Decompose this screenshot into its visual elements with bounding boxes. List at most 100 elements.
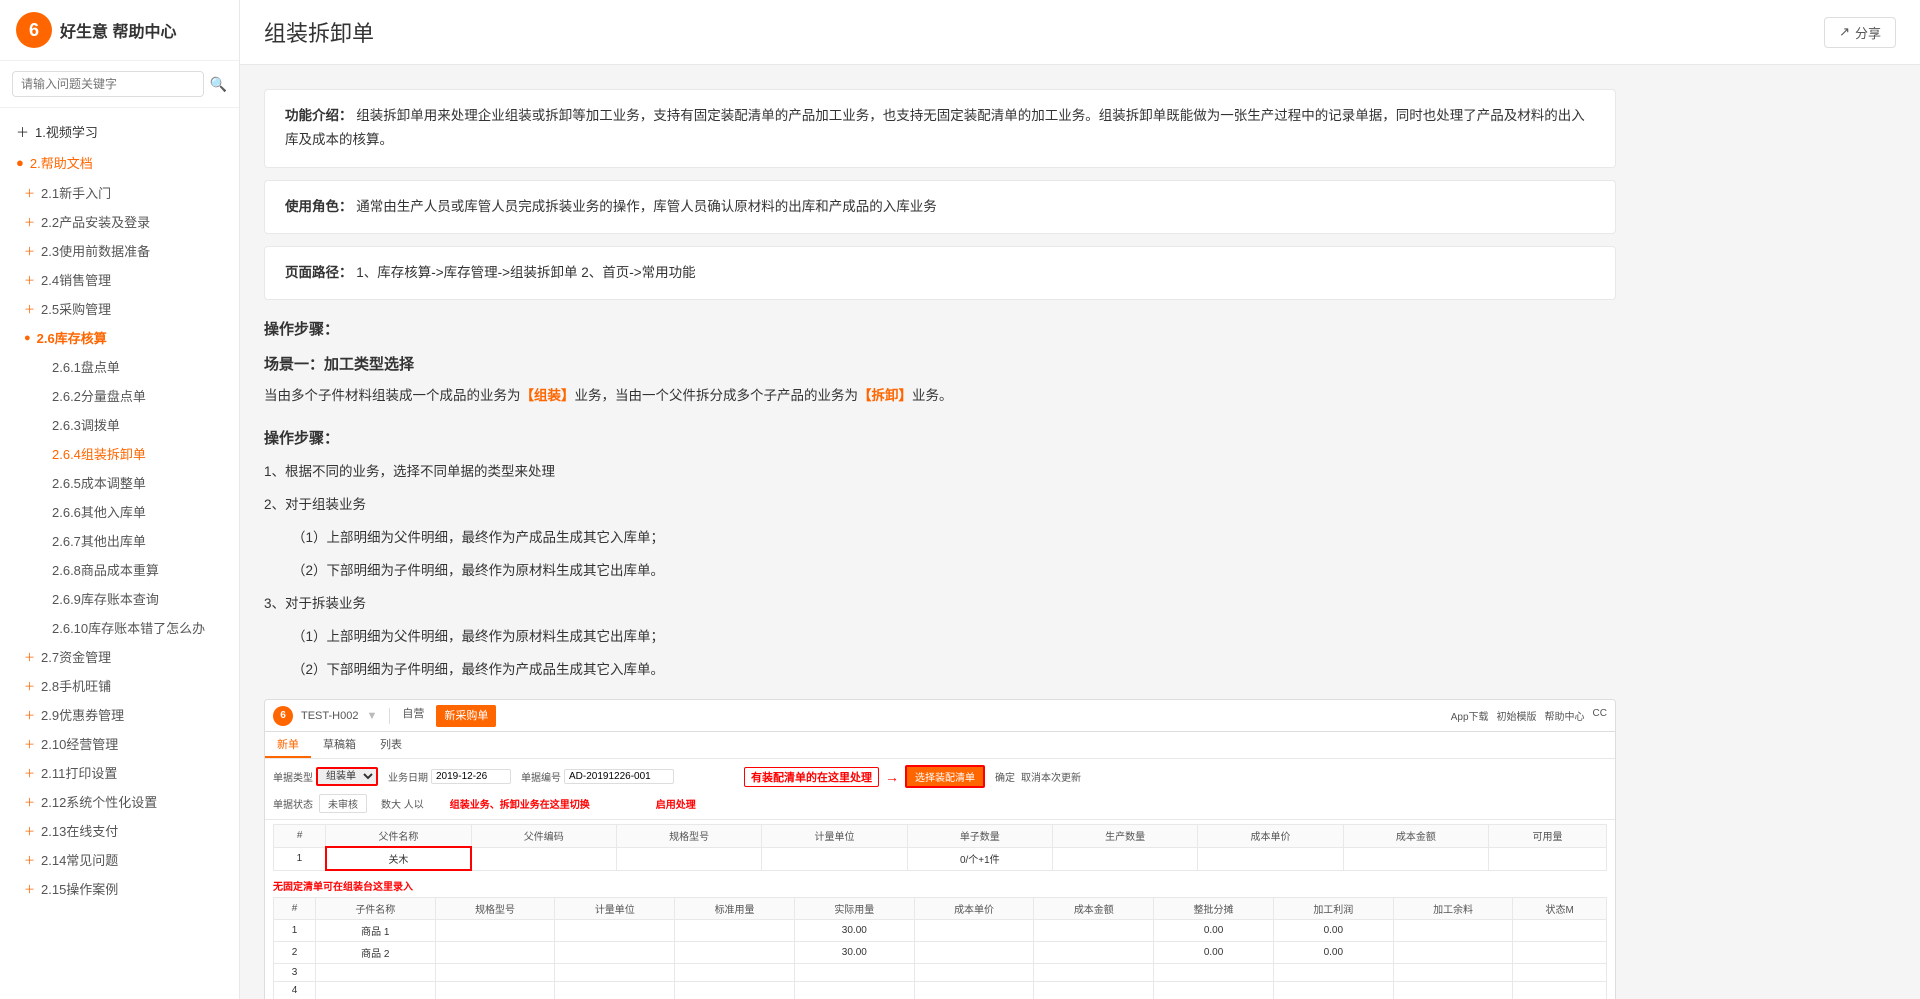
th2-spec: 规格型号 — [435, 898, 555, 920]
form-row-2: 单据状态 未审核 数大 人以 组装业务、拆卸业务在这里切换 启用处理 — [273, 794, 1607, 813]
th2-profit: 加工利润 — [1273, 898, 1393, 920]
sidebar-item-stocktake[interactable]: 2.6.1盘点单 — [44, 352, 239, 381]
app-download[interactable]: App下载 — [1451, 708, 1489, 723]
num-field[interactable]: 单据编号 — [521, 769, 674, 784]
store-name: TEST-H002 — [301, 710, 358, 722]
cell2-name: 商品 1 — [315, 920, 435, 942]
qty-label: 数大 人以 — [381, 796, 424, 811]
help-center[interactable]: 帮助中心 — [1545, 708, 1585, 723]
num-input[interactable] — [564, 769, 674, 784]
path-text: 1、库存核算->库存管理->组装拆卸单 2、首页->常用功能 — [356, 265, 695, 280]
logo-icon: 6 — [16, 12, 52, 48]
cell2-num: 2 — [274, 942, 316, 964]
role-text: 通常由生产人员或库管人员完成拆装业务的操作，库管人员确认原材料的出库和产成品的入… — [356, 199, 937, 214]
app-nav-ziy[interactable]: 自营 — [402, 705, 424, 727]
sidebar-item-error[interactable]: 2.6.10库存账本错了怎么办 — [44, 613, 239, 642]
cell2-camount — [1034, 942, 1154, 964]
sidebar-header: 6 好生意 帮助中心 — [0, 0, 239, 61]
sidebar-item-video[interactable]: ＋ 1.视频学习 — [0, 116, 239, 147]
app-topbar-right: App下载 初始模版 帮助中心 CC — [1451, 708, 1607, 723]
tab-new[interactable]: 新单 — [265, 732, 311, 758]
plus-icon: ＋ — [24, 736, 35, 752]
annotation-3: 启用处理 — [656, 796, 696, 811]
sidebar-item-docs[interactable]: ● 2.帮助文档 — [0, 147, 239, 178]
sidebar-item-sales[interactable]: ＋ 2.4销售管理 — [24, 265, 239, 294]
initial-template[interactable]: 初始模版 — [1497, 708, 1537, 723]
cell-num: 1 — [274, 847, 326, 870]
th2-unit: 计量单位 — [555, 898, 675, 920]
sidebar-item-coupon[interactable]: ＋ 2.9优惠券管理 — [24, 700, 239, 729]
sidebar-item-otherinbound[interactable]: 2.6.6其他入库单 — [44, 497, 239, 526]
cell2-scrap — [1393, 942, 1513, 964]
th-spec: 规格型号 — [616, 825, 761, 848]
tab-draft[interactable]: 草稿箱 — [311, 732, 368, 758]
sidebar-item-label: 2.帮助文档 — [30, 153, 93, 172]
cell2-std — [675, 942, 795, 964]
plus-icon: ＋ — [24, 649, 35, 665]
sidebar-item-faq[interactable]: ＋ 2.14常见问题 — [24, 845, 239, 874]
plus-icon: ＋ — [24, 823, 35, 839]
th-cost-price: 成本单价 — [1198, 825, 1343, 848]
sidebar-item-online-pay[interactable]: ＋ 2.13在线支付 — [24, 816, 239, 845]
cc-user[interactable]: CC — [1593, 708, 1607, 723]
th-parent-code: 父件编码 — [471, 825, 616, 848]
th-num: # — [274, 825, 326, 848]
sidebar-item-inventory[interactable]: ● 2.6库存核算 — [24, 323, 239, 352]
sidebar-item-adjust[interactable]: 2.6.3调拨单 — [44, 410, 239, 439]
cell2-actual: 30.00 — [794, 920, 914, 942]
search-input[interactable] — [12, 71, 204, 97]
cell2-status — [1513, 942, 1607, 964]
sidebar-item-finance[interactable]: ＋ 2.7资金管理 — [24, 642, 239, 671]
plus-icon: ＋ — [24, 272, 35, 288]
tab-list[interactable]: 列表 — [368, 732, 414, 758]
plus-icon: ＋ — [24, 301, 35, 317]
plus-icon: ＋ — [24, 214, 35, 230]
cell2-name: 商品 2 — [315, 942, 435, 964]
app-topbar: 6 TEST-H002 ▼ 自营 新采购单 App下载 初始模版 帮助中心 CC — [265, 700, 1615, 732]
confirm-btn[interactable]: 确定 — [995, 769, 1015, 784]
search-icon[interactable]: 🔍 — [210, 76, 227, 93]
cell-cost-amount — [1343, 847, 1488, 870]
search-box[interactable]: 🔍 — [0, 61, 239, 108]
sidebar-item-cases[interactable]: ＋ 2.15操作案例 — [24, 874, 239, 903]
sidebar-item-mobile[interactable]: ＋ 2.8手机旺铺 — [24, 671, 239, 700]
sidebar-item-otheroutbound[interactable]: 2.6.7其他出库单 — [44, 526, 239, 555]
share-button[interactable]: ↗ 分享 — [1824, 17, 1896, 48]
date-input[interactable] — [431, 769, 511, 784]
assemble-step-2: （2）下部明细为子件明细，最终作为原材料生成其它出库单。 — [292, 557, 1616, 584]
cell-parent-name[interactable]: 关木 — [326, 847, 471, 870]
minus-icon: ● — [24, 332, 31, 344]
sidebar-item-cost[interactable]: 2.6.5成本调整单 — [44, 468, 239, 497]
sidebar-item-personalize[interactable]: ＋ 2.12系统个性化设置 — [24, 787, 239, 816]
step-2: 2、对于组装业务 — [264, 491, 1616, 518]
th-available: 可用量 — [1489, 825, 1607, 848]
sidebar-item-productcost[interactable]: 2.6.8商品成本重算 — [44, 555, 239, 584]
docs-sub-items: ＋ 2.1新手入门 ＋ 2.2产品安装及登录 ＋ 2.3使用前数据准备 ＋ 2.… — [0, 178, 239, 903]
app-nav-purchase[interactable]: 新采购单 — [436, 705, 496, 727]
app-title: 好生意 帮助中心 — [60, 18, 176, 42]
th2-actual-qty: 实际用量 — [794, 898, 914, 920]
type-select[interactable]: 组装单 拆卸单 — [316, 767, 378, 786]
sidebar-item-prepare[interactable]: ＋ 2.3使用前数据准备 — [24, 236, 239, 265]
cell-produce-qty — [1052, 847, 1197, 870]
th2-std-qty: 标准用量 — [675, 898, 795, 920]
path-block: 页面路径： 1、库存核算->库存管理->组装拆卸单 2、首页->常用功能 — [264, 246, 1616, 300]
cell2-scrap — [1393, 920, 1513, 942]
main-header: 组装拆卸单 ↗ 分享 — [240, 0, 1920, 65]
sidebar-item-ledger[interactable]: 2.6.9库存账本查询 — [44, 584, 239, 613]
sidebar-item-purchase[interactable]: ＋ 2.5采购管理 — [24, 294, 239, 323]
sidebar-item-partial[interactable]: 2.6.2分量盘点单 — [44, 381, 239, 410]
sidebar-item-newcomer[interactable]: ＋ 2.1新手入门 — [24, 178, 239, 207]
sidebar-item-print[interactable]: ＋ 2.11打印设置 — [24, 758, 239, 787]
bom-btn[interactable]: 选择装配清单 — [905, 765, 985, 788]
sidebar-item-install[interactable]: ＋ 2.2产品安装及登录 — [24, 207, 239, 236]
type-field[interactable]: 单据类型 组装单 拆卸单 — [273, 767, 378, 786]
plus-icon: ＋ — [16, 122, 29, 141]
th2-num: # — [274, 898, 316, 920]
date-label: 业务日期 — [388, 769, 428, 784]
cell2-camount — [1034, 920, 1154, 942]
date-field[interactable]: 业务日期 — [388, 769, 511, 784]
sidebar-item-operation[interactable]: ＋ 2.10经营管理 — [24, 729, 239, 758]
cancel-text[interactable]: 取消本次更新 — [1021, 769, 1081, 784]
sidebar-item-assembly[interactable]: 2.6.4组装拆卸单 — [44, 439, 239, 468]
